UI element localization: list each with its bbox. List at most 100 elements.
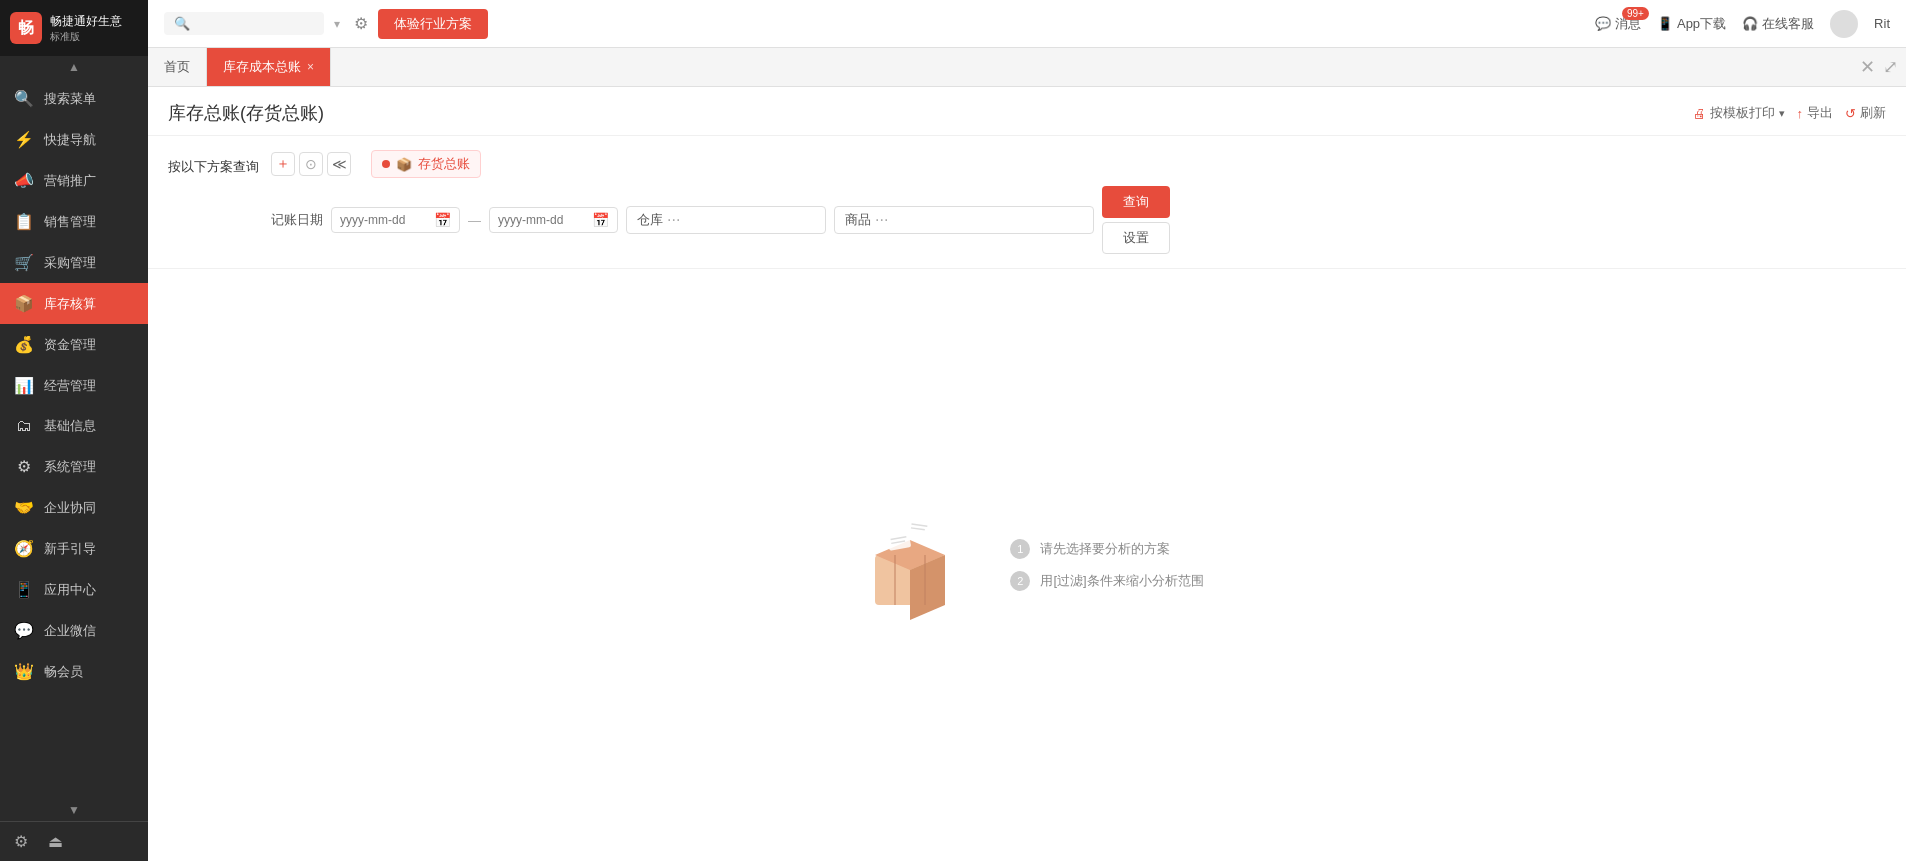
app-download-button[interactable]: 📱 App下载 [1657, 15, 1726, 33]
messages-badge: 99+ [1622, 7, 1649, 20]
date-separator: — [468, 213, 481, 228]
hint-num-2: 2 [1010, 571, 1030, 591]
system-icon: ⚙ [14, 457, 34, 476]
basic-icon: 🗂 [14, 417, 34, 435]
search-input[interactable] [196, 17, 296, 31]
app-icon: 📱 [1657, 16, 1673, 31]
sidebar-item-label: 应用中心 [44, 581, 96, 599]
sidebar-scroll-up[interactable]: ▲ [0, 56, 148, 78]
goods-input[interactable]: 商品 ··· [834, 206, 1094, 234]
sidebar-collapse-button[interactable]: ⏏ [48, 832, 63, 851]
date-end-field[interactable] [498, 213, 588, 227]
sidebar-item-label: 基础信息 [44, 417, 96, 435]
sidebar-item-appstore[interactable]: 📱 应用中心 [0, 569, 148, 610]
sidebar-item-wechat[interactable]: 💬 企业微信 [0, 610, 148, 651]
warehouse-more-button[interactable]: ··· [667, 211, 680, 229]
warehouse-input[interactable]: 仓库 ··· [626, 206, 826, 234]
scheme-icon: 📦 [396, 157, 412, 172]
page-title: 库存总账(存货总账) [168, 101, 324, 125]
refresh-button[interactable]: ↺ 刷新 [1845, 104, 1886, 122]
sidebar-item-label: 快捷导航 [44, 131, 96, 149]
sidebar-item-label: 畅会员 [44, 663, 83, 681]
sidebar-item-operations[interactable]: 📊 经营管理 [0, 365, 148, 406]
sidebar-item-label: 企业微信 [44, 622, 96, 640]
sidebar-item-purchase[interactable]: 🛒 采购管理 [0, 242, 148, 283]
print-chevron-icon: ▾ [1779, 107, 1785, 120]
tab-close-button[interactable]: × [307, 60, 314, 74]
refresh-icon: ↺ [1845, 106, 1856, 121]
warehouse-label: 仓库 [637, 211, 663, 229]
filter-remove-button[interactable]: ⊙ [299, 152, 323, 176]
sidebar-item-finance[interactable]: 💰 资金管理 [0, 324, 148, 365]
enterprise-icon: 🤝 [14, 498, 34, 517]
calendar-end-icon[interactable]: 📅 [592, 212, 609, 228]
tab-close-all-button[interactable]: ✕ [1860, 56, 1875, 78]
sidebar-bottom: ⚙ ⏏ [0, 821, 148, 861]
print-button[interactable]: 🖨 按模板打印 ▾ [1693, 104, 1785, 122]
search-icon: 🔍 [174, 16, 190, 31]
tab-home[interactable]: 首页 [148, 48, 207, 86]
tab-expand-button[interactable]: ⤢ [1883, 56, 1898, 78]
sidebar-item-label: 新手引导 [44, 540, 96, 558]
marketing-icon: 📣 [14, 171, 34, 190]
tab-inventory-ledger[interactable]: 库存成本总账 × [207, 48, 331, 86]
filter-scheme-item[interactable]: 📦 存货总账 [371, 150, 481, 178]
date-start-field[interactable] [340, 213, 430, 227]
sidebar-settings-button[interactable]: ⚙ [14, 832, 28, 851]
settings-button[interactable]: 设置 [1102, 222, 1170, 254]
topbar-search-box[interactable]: 🔍 [164, 12, 324, 35]
message-icon: 💬 [1595, 16, 1611, 31]
export-button[interactable]: ↑ 导出 [1797, 104, 1834, 122]
sidebar-scroll-down[interactable]: ▼ [0, 799, 148, 821]
scheme-dot [382, 160, 390, 168]
user-avatar[interactable] [1830, 10, 1858, 38]
filter-collapse-button[interactable]: ≪ [327, 152, 351, 176]
search-menu-icon: 🔍 [14, 89, 34, 108]
topbar-chevron-icon[interactable]: ▾ [334, 17, 340, 31]
hint-text-1: 请先选择要分析的方案 [1040, 540, 1170, 558]
messages-button[interactable]: 💬 消息 99+ [1595, 15, 1641, 33]
member-icon: 👑 [14, 662, 34, 681]
guide-icon: 🧭 [14, 539, 34, 558]
sidebar-item-member[interactable]: 👑 畅会员 [0, 651, 148, 692]
operations-icon: 📊 [14, 376, 34, 395]
export-label: 导出 [1807, 104, 1833, 122]
date-end-input[interactable]: 📅 [489, 207, 618, 233]
wechat-icon: 💬 [14, 621, 34, 640]
sidebar-item-label: 销售管理 [44, 213, 96, 231]
topbar-right: 💬 消息 99+ 📱 App下载 🎧 在线客服 Rit [1595, 10, 1890, 38]
main-area: 🔍 ▾ ⚙ 体验行业方案 💬 消息 99+ 📱 App下载 🎧 在线客服 Rit [148, 0, 1906, 861]
logo-icon: 畅 [10, 12, 42, 44]
date-start-input[interactable]: 📅 [331, 207, 460, 233]
filter-add-button[interactable]: ＋ [271, 152, 295, 176]
sidebar-item-label: 营销推广 [44, 172, 96, 190]
topbar-gear-icon[interactable]: ⚙ [354, 14, 368, 33]
online-service-label: 在线客服 [1762, 15, 1814, 33]
headset-icon: 🎧 [1742, 16, 1758, 31]
scheme-label: 存货总账 [418, 155, 470, 173]
sidebar-item-label: 搜索菜单 [44, 90, 96, 108]
sidebar-item-guide[interactable]: 🧭 新手引导 [0, 528, 148, 569]
sidebar-item-inventory[interactable]: 📦 库存核算 [0, 283, 148, 324]
quick-nav-icon: ⚡ [14, 130, 34, 149]
sidebar-item-search[interactable]: 🔍 搜索菜单 [0, 78, 148, 119]
sidebar-item-enterprise[interactable]: 🤝 企业协同 [0, 487, 148, 528]
sidebar-item-label: 企业协同 [44, 499, 96, 517]
query-button[interactable]: 查询 [1102, 186, 1170, 218]
goods-more-button[interactable]: ··· [875, 211, 888, 229]
hint-text-2: 用[过滤]条件来缩小分析范围 [1040, 572, 1203, 590]
sidebar-item-basic[interactable]: 🗂 基础信息 [0, 406, 148, 446]
goods-label: 商品 [845, 211, 871, 229]
user-name: Rit [1874, 16, 1890, 31]
date-label: 记账日期 [271, 211, 323, 229]
online-service-button[interactable]: 🎧 在线客服 [1742, 15, 1814, 33]
sidebar-item-marketing[interactable]: 📣 营销推广 [0, 160, 148, 201]
sidebar-item-sales[interactable]: 📋 销售管理 [0, 201, 148, 242]
logo-badge: 标准版 [50, 30, 122, 44]
empty-hints: 1 请先选择要分析的方案 2 用[过滤]条件来缩小分析范围 [1010, 539, 1203, 591]
sidebar-item-quick-nav[interactable]: ⚡ 快捷导航 [0, 119, 148, 160]
trial-button[interactable]: 体验行业方案 [378, 9, 488, 39]
sidebar-item-system[interactable]: ⚙ 系统管理 [0, 446, 148, 487]
calendar-start-icon[interactable]: 📅 [434, 212, 451, 228]
page-header-actions: 🖨 按模板打印 ▾ ↑ 导出 ↺ 刷新 [1693, 104, 1887, 122]
